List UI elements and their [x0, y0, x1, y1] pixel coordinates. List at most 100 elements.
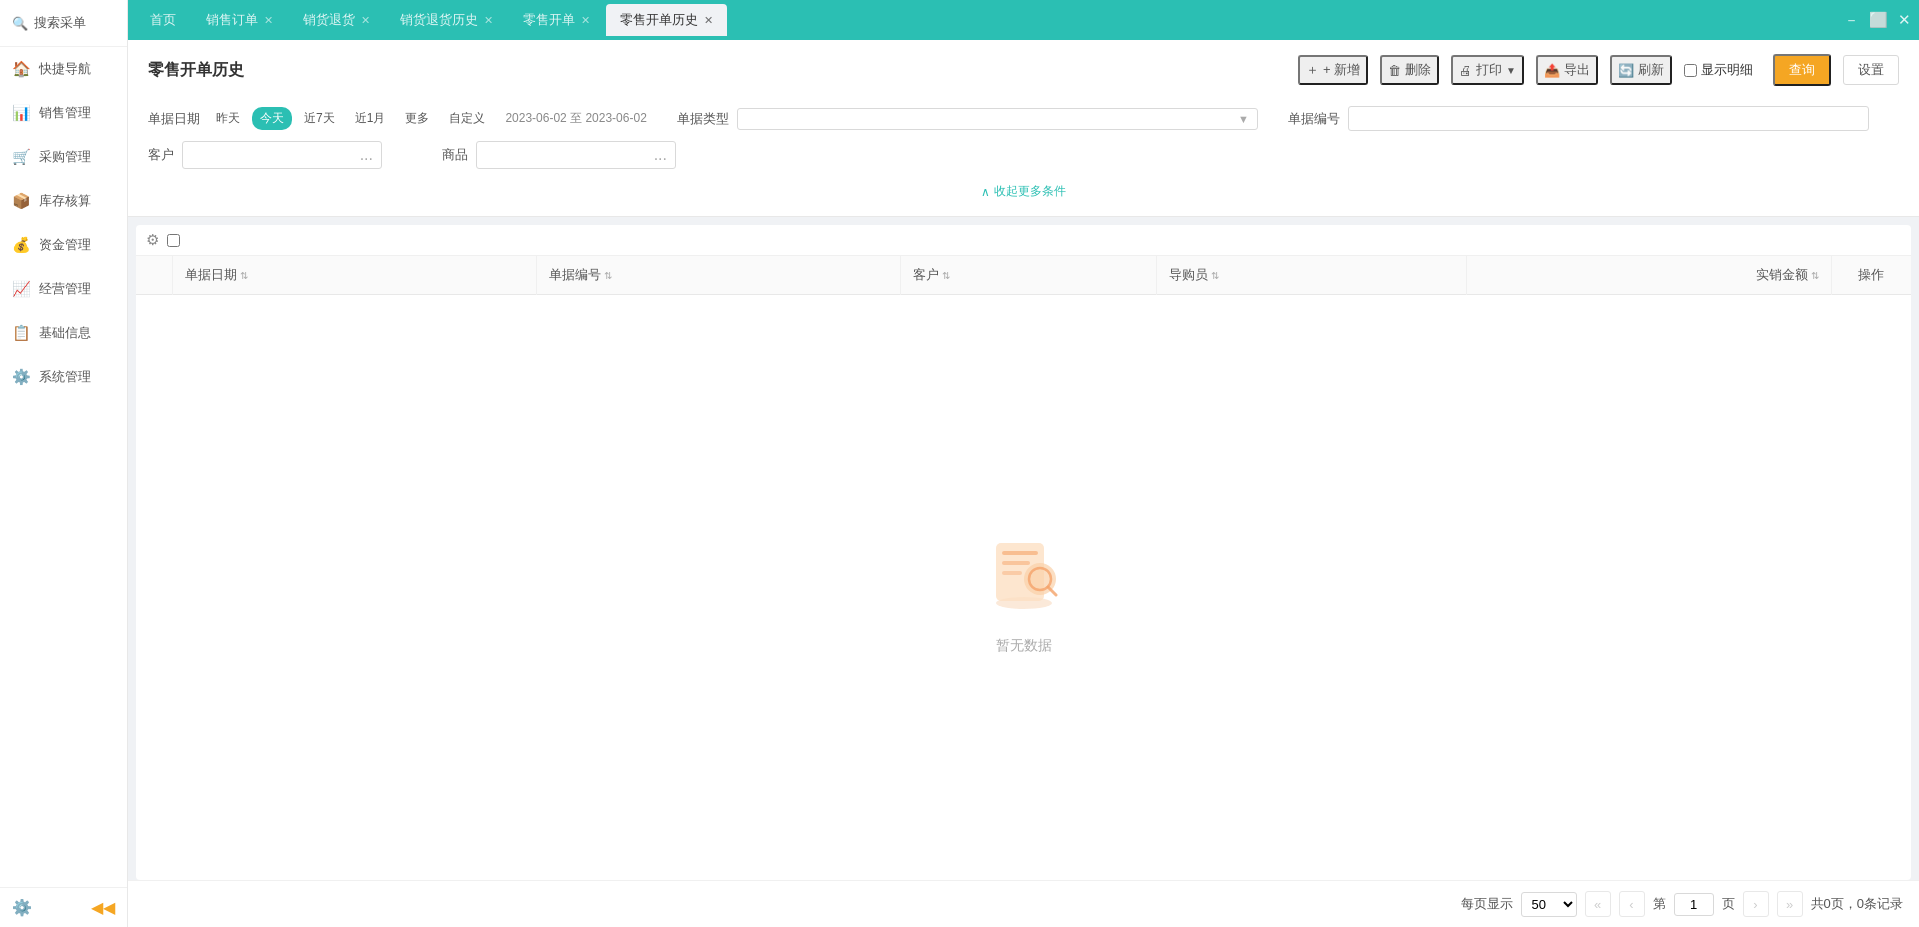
select-all-checkbox[interactable] [167, 234, 180, 247]
settings-icon[interactable]: ⚙️ [12, 898, 32, 917]
number-filter-field: 单据编号 [1288, 106, 1869, 131]
nav-icon-sys-mgmt: ⚙️ [12, 368, 31, 386]
nav-label-sys-mgmt: 系统管理 [39, 368, 91, 386]
sidebar-item-sys-mgmt[interactable]: ⚙️ 系统管理 [0, 355, 127, 399]
sort-number-icon: ⇅ [604, 270, 612, 281]
date-quick-btns: 昨天 今天 近7天 近1月 更多 自定义 [208, 107, 493, 130]
svg-rect-3 [1002, 561, 1030, 565]
date-custom[interactable]: 自定义 [441, 107, 493, 130]
customer-dots-icon[interactable]: ... [360, 146, 373, 164]
add-button[interactable]: ＋ + 新增 [1298, 55, 1368, 85]
date-more[interactable]: 更多 [397, 107, 437, 130]
tab-retail-open[interactable]: 零售开单✕ [509, 4, 604, 36]
number-input-wrap [1348, 106, 1869, 131]
nav-icon-sales-mgmt: 📊 [12, 104, 31, 122]
maximize-icon[interactable]: ⬜ [1869, 11, 1888, 29]
search-icon: 🔍 [12, 16, 28, 31]
per-page-label: 每页显示 [1461, 895, 1513, 913]
tab-sales-return-history[interactable]: 销货退货历史✕ [386, 4, 507, 36]
per-page-select[interactable]: 50 10 20 100 [1521, 892, 1577, 917]
tab-bar: 首页销售订单✕销货退货✕销货退货历史✕零售开单✕零售开单历史✕ － ⬜ ✕ [128, 0, 1919, 40]
toolbar: ＋ + 新增 🗑 删除 🖨 打印 ▼ 📤 导出 [1298, 54, 1899, 86]
sidebar-item-finance[interactable]: 💰 资金管理 [0, 223, 127, 267]
sidebar-item-purchase-mgmt[interactable]: 🛒采购管理 [0, 135, 127, 179]
print-icon: 🖨 [1459, 63, 1472, 78]
sidebar-item-sales-mgmt[interactable]: 📊销售管理 [0, 91, 127, 135]
column-settings-icon[interactable]: ⚙ [146, 231, 159, 249]
tab-label-sales-order: 销售订单 [206, 11, 258, 29]
refresh-icon: 🔄 [1618, 63, 1634, 78]
sidebar-search[interactable]: 🔍 搜索采单 [0, 0, 127, 47]
empty-text: 暂无数据 [996, 637, 1052, 655]
table-container: ⚙ 单据日期 ⇅ 单据编 [136, 225, 1911, 880]
close-icon[interactable]: ✕ [1898, 11, 1911, 29]
tab-close-sales-order[interactable]: ✕ [264, 14, 273, 27]
query-button[interactable]: 查询 [1773, 54, 1831, 86]
date-7days[interactable]: 近7天 [296, 107, 343, 130]
type-label: 单据类型 [677, 110, 729, 128]
date-today[interactable]: 今天 [252, 107, 292, 130]
collapse-bar[interactable]: ∧ 收起更多条件 [148, 179, 1899, 206]
prev-page-btn[interactable]: ‹ [1619, 891, 1645, 917]
th-amount[interactable]: 实销金额 ⇅ [1467, 256, 1831, 295]
sidebar-item-quick-nav[interactable]: 🏠快捷导航 [0, 47, 127, 91]
customer-input[interactable] [191, 148, 360, 163]
settings-button[interactable]: 设置 [1843, 55, 1899, 85]
export-button[interactable]: 📤 导出 [1536, 55, 1598, 85]
goods-label: 商品 [442, 146, 468, 164]
tab-sales-return[interactable]: 销货退货✕ [289, 4, 384, 36]
sidebar-item-operations[interactable]: 📈经营管理 [0, 267, 127, 311]
tab-close-retail-open[interactable]: ✕ [581, 14, 590, 27]
first-page-btn[interactable]: « [1585, 891, 1611, 917]
th-customer[interactable]: 客户 ⇅ [900, 256, 1157, 295]
th-check [136, 256, 172, 295]
type-select[interactable]: ▼ [737, 108, 1258, 130]
tab-close-sales-return[interactable]: ✕ [361, 14, 370, 27]
delete-button[interactable]: 🗑 删除 [1380, 55, 1439, 85]
next-page-btn[interactable]: › [1743, 891, 1769, 917]
number-input[interactable] [1357, 111, 1860, 126]
customer-filter-field: 客户 ... [148, 141, 382, 169]
type-filter-field: 单据类型 ▼ [677, 108, 1258, 130]
tab-close-sales-return-history[interactable]: ✕ [484, 14, 493, 27]
filter-area: 单据日期 昨天 今天 近7天 近1月 更多 自定义 2023-06-02 至 2… [148, 96, 1899, 216]
sort-customer-icon: ⇅ [942, 270, 950, 281]
collapse-sidebar-icon[interactable]: ◀◀ [91, 898, 115, 917]
nav-icon-finance: 💰 [12, 236, 31, 254]
th-date[interactable]: 单据日期 ⇅ [172, 256, 536, 295]
page-number-input[interactable] [1674, 893, 1714, 916]
export-icon: 📤 [1544, 63, 1560, 78]
sidebar-item-basic-info[interactable]: 📋基础信息 [0, 311, 127, 355]
print-button[interactable]: 🖨 打印 ▼ [1451, 55, 1524, 85]
sidebar-item-inventory[interactable]: 📦库存核算 [0, 179, 127, 223]
empty-state: 暂无数据 [136, 295, 1911, 880]
goods-input[interactable] [485, 148, 654, 163]
page-header: 零售开单历史 ＋ + 新增 🗑 删除 🖨 打印 ▼ [128, 40, 1919, 217]
type-dropdown-icon: ▼ [1238, 113, 1249, 125]
page-label: 第 [1653, 895, 1666, 913]
refresh-button[interactable]: 🔄 刷新 [1610, 55, 1672, 85]
tab-label-retail-history: 零售开单历史 [620, 11, 698, 29]
customer-input-wrap: ... [182, 141, 382, 169]
display-detail-checkbox[interactable] [1684, 64, 1697, 77]
th-number[interactable]: 单据编号 ⇅ [536, 256, 900, 295]
tab-retail-history[interactable]: 零售开单历史 ✕ [606, 4, 727, 36]
date-1month[interactable]: 近1月 [347, 107, 394, 130]
nav-label-finance: 资金管理 [39, 236, 91, 254]
page-unit: 页 [1722, 895, 1735, 913]
collapse-icon: ∧ [981, 185, 990, 199]
print-dropdown-icon: ▼ [1506, 65, 1516, 76]
goods-dots-icon[interactable]: ... [654, 146, 667, 164]
date-yesterday[interactable]: 昨天 [208, 107, 248, 130]
tab-sales-order[interactable]: 销售订单 ✕ [192, 4, 287, 36]
add-icon: ＋ [1306, 61, 1319, 79]
nav-label-operations: 经营管理 [39, 280, 91, 298]
date-filter-field: 单据日期 昨天 今天 近7天 近1月 更多 自定义 2023-06-02 至 2… [148, 107, 647, 130]
display-detail-toggle[interactable]: 显示明细 [1684, 61, 1753, 79]
tab-close-retail-history[interactable]: ✕ [704, 14, 713, 27]
minimize-icon[interactable]: － [1844, 11, 1859, 30]
last-page-btn[interactable]: » [1777, 891, 1803, 917]
th-salesperson[interactable]: 导购员 ⇅ [1157, 256, 1467, 295]
nav-label-purchase-mgmt: 采购管理 [39, 148, 91, 166]
tab-home[interactable]: 首页 [136, 4, 190, 36]
